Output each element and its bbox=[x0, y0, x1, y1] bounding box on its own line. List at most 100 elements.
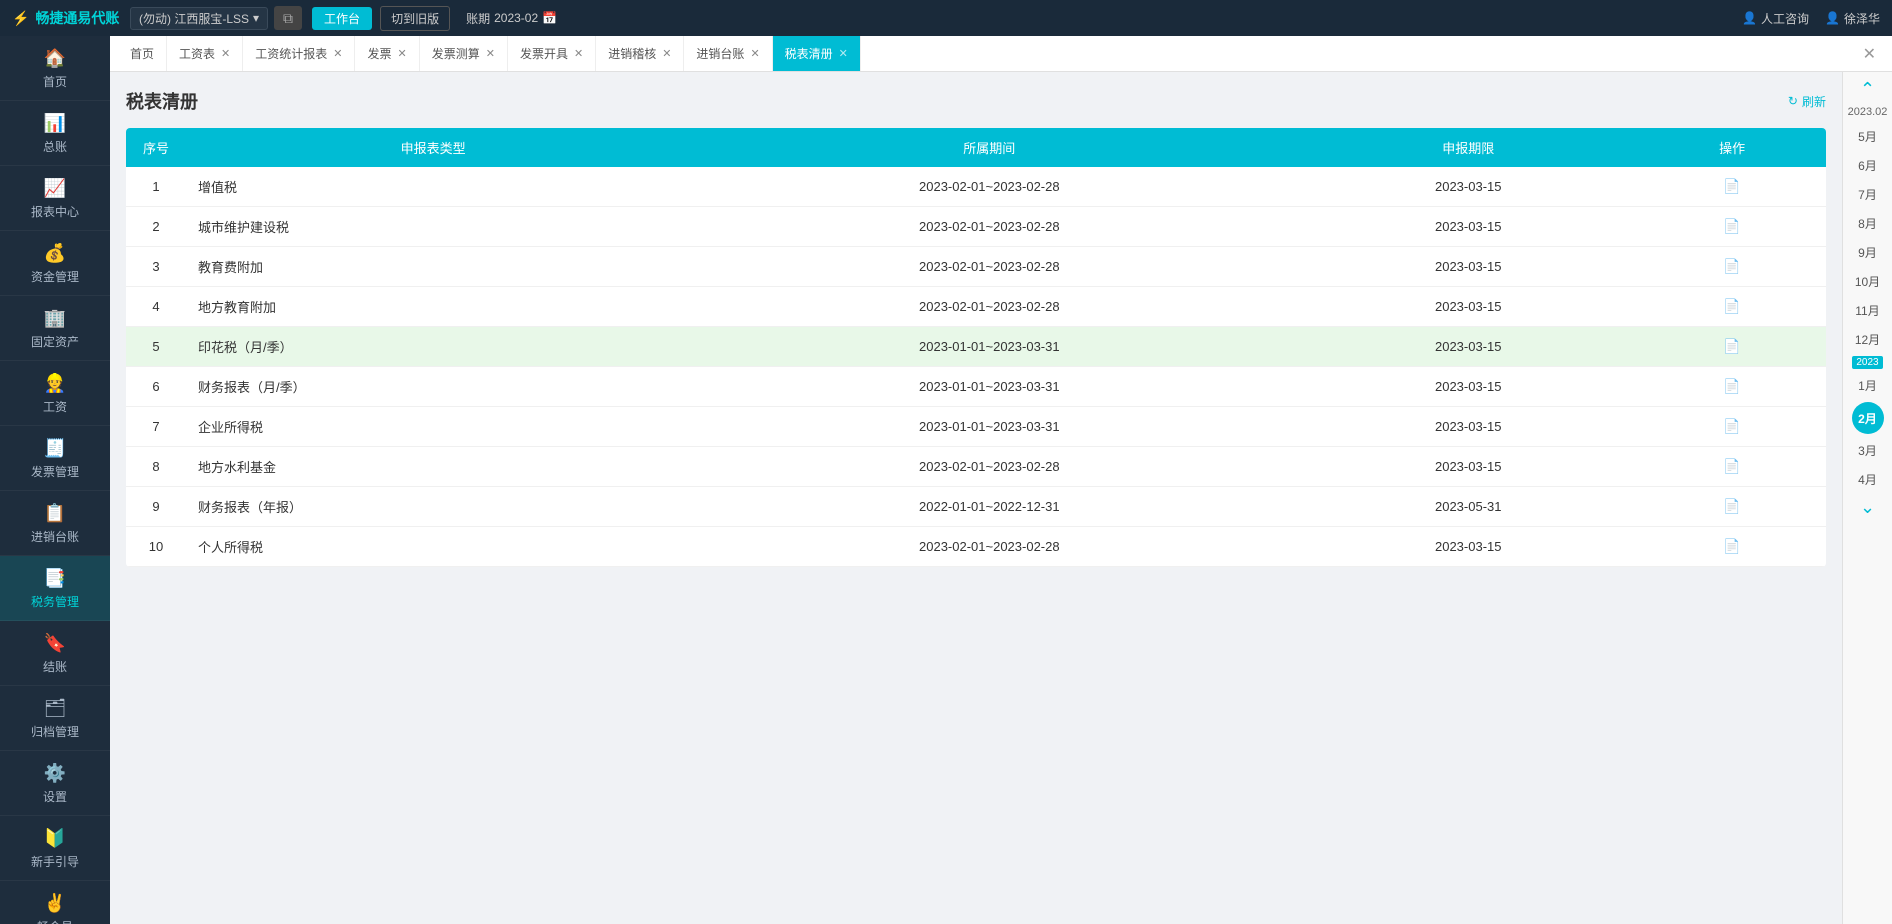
user-profile-button[interactable]: 👤 徐泽华 bbox=[1825, 10, 1880, 27]
tab-tax-list-close[interactable]: ✕ bbox=[839, 47, 848, 60]
action-icon[interactable]: 📄 bbox=[1723, 298, 1740, 314]
cal-month-5[interactable]: 5月 bbox=[1847, 123, 1889, 150]
cell-period: 2023-02-01~2023-02-28 bbox=[680, 247, 1298, 287]
tab-invoice[interactable]: 发票 ✕ bbox=[355, 36, 419, 72]
table-row: 10 个人所得税 2023-02-01~2023-02-28 2023-03-1… bbox=[126, 527, 1826, 567]
cal-month-11[interactable]: 11月 bbox=[1847, 297, 1889, 324]
sidebar-item-ledger[interactable]: 📊 总账 bbox=[0, 101, 110, 166]
col-deadline: 申报期限 bbox=[1298, 128, 1638, 167]
tab-wages-stat[interactable]: 工资统计报表 ✕ bbox=[243, 36, 355, 72]
cell-action[interactable]: 📄 bbox=[1638, 167, 1826, 207]
ai-consult-button[interactable]: 👤 人工咨询 bbox=[1742, 10, 1809, 27]
refresh-button[interactable]: ↻ 刷新 bbox=[1788, 93, 1826, 110]
cal-month-12[interactable]: 12月 bbox=[1847, 326, 1889, 353]
tab-invoice-calc[interactable]: 发票测算 ✕ bbox=[420, 36, 508, 72]
tab-invoice-open-close[interactable]: ✕ bbox=[574, 47, 583, 60]
calendar-nav-down[interactable]: ⌄ bbox=[1860, 494, 1875, 520]
close-all-button[interactable]: ✕ bbox=[1855, 44, 1884, 64]
cal-month-4[interactable]: 4月 bbox=[1847, 466, 1889, 493]
cell-action[interactable]: 📄 bbox=[1638, 327, 1826, 367]
cal-month-10[interactable]: 10月 bbox=[1847, 268, 1889, 295]
cell-action[interactable]: 📄 bbox=[1638, 407, 1826, 447]
action-icon[interactable]: 📄 bbox=[1723, 178, 1740, 194]
sidebar-item-settle[interactable]: 🔖 结账 bbox=[0, 621, 110, 686]
cal-month-6[interactable]: 6月 bbox=[1847, 152, 1889, 179]
tab-purchase-check[interactable]: 进销稽核 ✕ bbox=[596, 36, 684, 72]
sidebar-item-fixed[interactable]: 🏢 固定资产 bbox=[0, 296, 110, 361]
cell-no: 7 bbox=[126, 407, 186, 447]
action-icon[interactable]: 📄 bbox=[1723, 538, 1740, 554]
tab-invoice-close[interactable]: ✕ bbox=[398, 47, 407, 60]
sidebar-item-fund[interactable]: 💰 资金管理 bbox=[0, 231, 110, 296]
action-icon[interactable]: 📄 bbox=[1723, 418, 1740, 434]
action-icon[interactable]: 📄 bbox=[1723, 338, 1740, 354]
sidebar-item-settings[interactable]: ⚙️ 设置 bbox=[0, 751, 110, 816]
table-row: 9 财务报表（年报） 2022-01-01~2022-12-31 2023-05… bbox=[126, 487, 1826, 527]
sidebar-item-tax[interactable]: 📑 税务管理 bbox=[0, 556, 110, 621]
cell-type: 城市维护建设税 bbox=[186, 207, 680, 247]
cell-no: 5 bbox=[126, 327, 186, 367]
cell-no: 10 bbox=[126, 527, 186, 567]
tab-tax-list[interactable]: 税表清册 ✕ bbox=[773, 36, 861, 72]
username-label: 徐泽华 bbox=[1844, 10, 1880, 27]
cell-type: 个人所得税 bbox=[186, 527, 680, 567]
workbench-button[interactable]: 工作台 bbox=[312, 7, 372, 30]
tab-wages-stat-close[interactable]: ✕ bbox=[333, 47, 342, 60]
purchase-icon: 📋 bbox=[44, 503, 66, 524]
fund-icon: 💰 bbox=[44, 243, 66, 264]
cell-deadline: 2023-03-15 bbox=[1298, 287, 1638, 327]
sidebar-item-invoice[interactable]: 🧾 发票管理 bbox=[0, 426, 110, 491]
period-label: 账期 bbox=[466, 10, 490, 27]
switch-button[interactable]: 切到旧版 bbox=[380, 6, 450, 31]
company-name: (勿动) 江西服宝-LSS bbox=[139, 10, 249, 27]
refresh-label: 刷新 bbox=[1802, 93, 1826, 110]
tab-invoice-calc-close[interactable]: ✕ bbox=[486, 47, 495, 60]
action-icon[interactable]: 📄 bbox=[1723, 498, 1740, 514]
cal-month-9[interactable]: 9月 bbox=[1847, 239, 1889, 266]
tab-wages[interactable]: 工资表 ✕ bbox=[167, 36, 243, 72]
ai-consult-label: 人工咨询 bbox=[1761, 10, 1809, 27]
sidebar-label-ledger: 总账 bbox=[43, 138, 67, 155]
sidebar-item-guide[interactable]: 🔰 新手引导 bbox=[0, 816, 110, 881]
cal-month-3[interactable]: 3月 bbox=[1847, 437, 1889, 464]
company-selector[interactable]: (勿动) 江西服宝-LSS ▾ bbox=[130, 7, 268, 30]
sidebar-item-wages[interactable]: 👷 工资 bbox=[0, 361, 110, 426]
action-icon[interactable]: 📄 bbox=[1723, 218, 1740, 234]
cell-action[interactable]: 📄 bbox=[1638, 367, 1826, 407]
cell-action[interactable]: 📄 bbox=[1638, 287, 1826, 327]
calendar-icon[interactable]: 📅 bbox=[542, 11, 557, 25]
tab-wages-close[interactable]: ✕ bbox=[221, 47, 230, 60]
calendar-nav-up[interactable]: ⌃ bbox=[1860, 76, 1875, 102]
sidebar-item-member[interactable]: ✌ 畅会员 bbox=[0, 881, 110, 924]
cell-action[interactable]: 📄 bbox=[1638, 487, 1826, 527]
cell-action[interactable]: 📄 bbox=[1638, 447, 1826, 487]
tab-purchase-check-close[interactable]: ✕ bbox=[662, 47, 671, 60]
sidebar-label-fund: 资金管理 bbox=[31, 268, 79, 285]
tab-purchase-ledger[interactable]: 进销台账 ✕ bbox=[684, 36, 772, 72]
refresh-icon: ↻ bbox=[1788, 94, 1798, 108]
sidebar-item-home[interactable]: 🏠 首页 bbox=[0, 36, 110, 101]
tab-home[interactable]: 首页 bbox=[118, 36, 167, 72]
cal-month-1[interactable]: 1月 bbox=[1847, 372, 1889, 399]
cell-no: 1 bbox=[126, 167, 186, 207]
table-row: 5 印花税（月/季） 2023-01-01~2023-03-31 2023-03… bbox=[126, 327, 1826, 367]
sidebar-item-purchase[interactable]: 📋 进销台账 bbox=[0, 491, 110, 556]
action-icon[interactable]: 📄 bbox=[1723, 378, 1740, 394]
copy-icon[interactable]: ⧉ bbox=[274, 6, 302, 30]
page-title: 税表清册 bbox=[126, 88, 198, 114]
cell-action[interactable]: 📄 bbox=[1638, 207, 1826, 247]
header-buttons: 工作台 切到旧版 账期 2023-02 📅 bbox=[312, 6, 557, 31]
cell-action[interactable]: 📄 bbox=[1638, 527, 1826, 567]
cal-month-8[interactable]: 8月 bbox=[1847, 210, 1889, 237]
cal-month-7[interactable]: 7月 bbox=[1847, 181, 1889, 208]
tab-purchase-ledger-close[interactable]: ✕ bbox=[750, 47, 759, 60]
action-icon[interactable]: 📄 bbox=[1723, 258, 1740, 274]
cell-action[interactable]: 📄 bbox=[1638, 247, 1826, 287]
action-icon[interactable]: 📄 bbox=[1723, 458, 1740, 474]
period-display: 账期 2023-02 📅 bbox=[466, 10, 557, 27]
cal-month-2-active[interactable]: 2月 bbox=[1852, 402, 1884, 434]
main-layout: 🏠 首页 📊 总账 📈 报表中心 💰 资金管理 🏢 固定资产 👷 工资 🧾 发票… bbox=[0, 36, 1892, 924]
sidebar-item-report[interactable]: 📈 报表中心 bbox=[0, 166, 110, 231]
sidebar-item-archive[interactable]: 🗂 归档管理 bbox=[0, 686, 110, 751]
tab-invoice-open[interactable]: 发票开具 ✕ bbox=[508, 36, 596, 72]
